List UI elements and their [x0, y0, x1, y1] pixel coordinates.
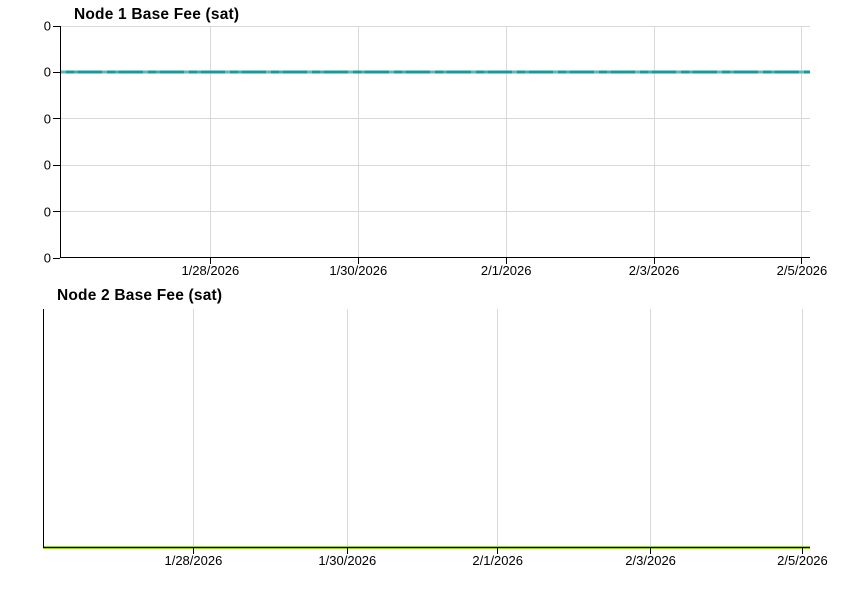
x-tick-mark [650, 548, 652, 554]
x-tick-mark [801, 258, 803, 264]
y-tick-mark [53, 211, 60, 213]
x-tick-label: 1/30/2026 [318, 553, 377, 568]
x-tick-label: 1/28/2026 [164, 553, 223, 568]
plot-area: 1/28/2026 1/30/2026 2/1/2026 2/3/2026 2/5/20… [43, 309, 828, 568]
y-tick-label: 0 [43, 157, 51, 173]
x-tick-mark [653, 258, 655, 264]
y-tick-label: 0 [43, 204, 51, 220]
x-gridline [505, 26, 507, 258]
charts-canvas: Node 1 Base Fee (sat) 0 0 0 0 0 0 1/28/2026 1/3… [0, 0, 860, 600]
x-tick-label: 1/28/2026 [181, 263, 240, 278]
y-tick-mark [53, 118, 60, 120]
x-axis-line [43, 547, 810, 548]
x-gridline [650, 309, 652, 548]
x-gridline [801, 309, 803, 548]
y-tick-mark [53, 25, 60, 27]
y-gridline [60, 25, 810, 27]
x-gridline [209, 26, 211, 258]
plot-area: 0 0 0 0 0 0 1/28/2026 1/30/2026 2/1/2026 2/3/2026… [44, 20, 828, 278]
x-tick-label: 2/1/2026 [472, 553, 523, 568]
x-tick-mark [357, 258, 359, 264]
y-gridline [60, 118, 810, 120]
x-tick-label: 2/5/2026 [776, 263, 828, 278]
x-tick-label: 2/3/2026 [625, 553, 676, 568]
x-tick-label: 1/30/2026 [329, 263, 388, 278]
chart-title: Node 1 Base Fee (sat) [74, 6, 240, 23]
x-gridline [801, 26, 803, 258]
x-gridline [346, 309, 348, 548]
y-axis-line [43, 309, 44, 548]
x-tick-label: 2/5/2026 [777, 553, 828, 568]
x-tick-mark [209, 258, 211, 264]
y-tick-mark [53, 71, 60, 73]
y-tick-label: 0 [43, 18, 51, 34]
x-tick-mark [505, 258, 507, 264]
x-gridline [653, 26, 655, 258]
y-tick-label: 0 [43, 64, 51, 80]
y-gridline [60, 164, 810, 166]
y-gridline [60, 211, 810, 213]
y-axis-line [60, 26, 61, 258]
y-tick-label: 0 [43, 111, 51, 127]
y-tick-mark [53, 164, 60, 166]
x-gridline [357, 26, 359, 258]
x-gridline [497, 309, 499, 548]
x-tick-mark [192, 548, 194, 554]
x-tick-label: 2/1/2026 [480, 263, 532, 278]
y-tick-mark [53, 257, 60, 259]
x-gridline [192, 309, 194, 548]
x-tick-mark [497, 548, 499, 554]
chart-title: Node 2 Base Fee (sat) [57, 287, 223, 304]
x-tick-mark [346, 548, 348, 554]
x-tick-mark [801, 548, 803, 554]
x-axis-line [60, 257, 810, 258]
x-tick-label: 2/3/2026 [628, 263, 680, 278]
series-line-node1 [61, 70, 810, 74]
y-tick-label: 0 [43, 250, 51, 266]
